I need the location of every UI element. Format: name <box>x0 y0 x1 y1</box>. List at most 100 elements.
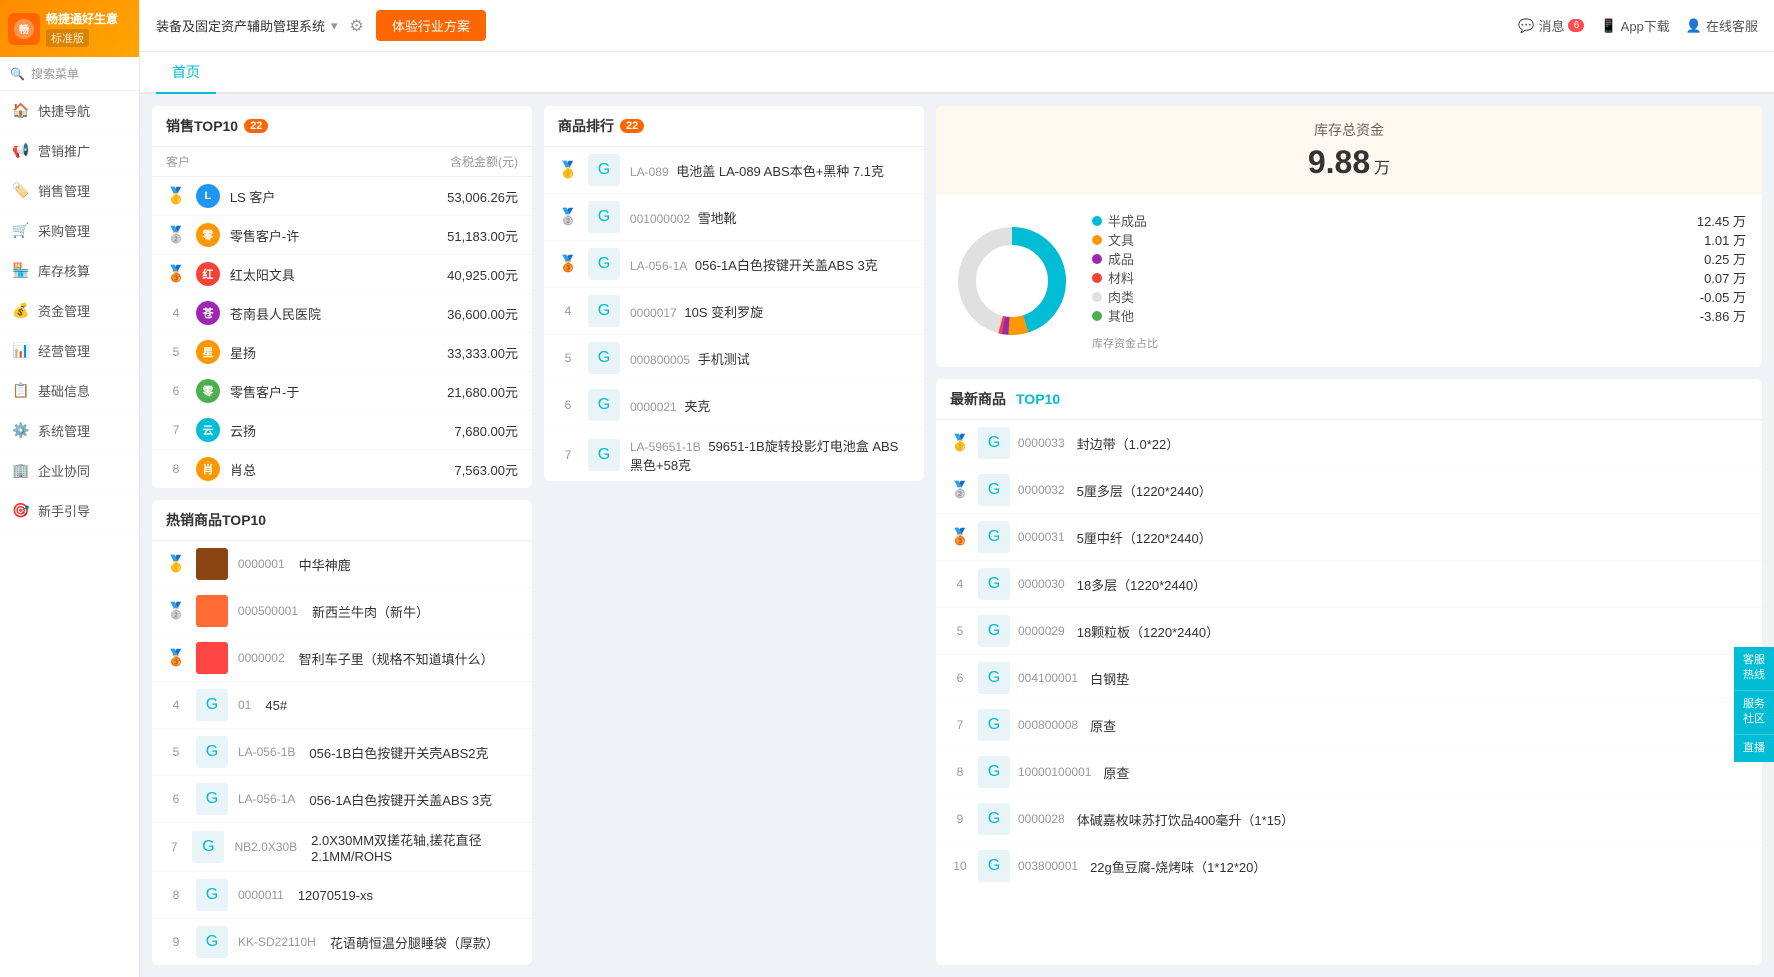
messages-btn[interactable]: 💬 消息 6 <box>1518 16 1584 35</box>
table-row[interactable]: 🥈 零 零售客户-许 51,183.00元 <box>152 216 532 255</box>
customer-amount: 51,183.00元 <box>447 226 518 245</box>
avatar: 肖 <box>196 457 220 481</box>
base-info-label: 基础信息 <box>38 381 90 400</box>
enterprise-icon: 🏢 <box>12 462 30 480</box>
customer-amount: 53,006.26元 <box>447 187 518 206</box>
list-item[interactable]: 🥇 0000001 中华神鹿 <box>152 541 532 588</box>
product-name: 原查 <box>1103 763 1129 782</box>
list-item[interactable]: 9 G KK-SD22110H 花语萌恒温分腿睡袋（厚款） <box>152 919 532 965</box>
product-image: G <box>588 342 620 374</box>
table-row[interactable]: 5 星 星扬 33,333.00元 <box>152 333 532 372</box>
list-item[interactable]: 8 G 0000011 12070519-xs <box>152 872 532 919</box>
table-row[interactable]: 7 云 云扬 7,680.00元 <box>152 411 532 450</box>
table-row[interactable]: 🥉 红 红太阳文具 40,925.00元 <box>152 255 532 294</box>
customer-name: 红太阳文具 <box>230 265 437 284</box>
sidebar-item-quick-nav[interactable]: 🏠 快捷导航 <box>0 91 139 131</box>
list-item[interactable]: 6 G 0000021 夹克 <box>544 382 924 429</box>
rank-number: 7 <box>166 840 182 854</box>
list-item[interactable]: 🥇 G 0000033 封边带（1.0*22） <box>936 420 1762 467</box>
rank-number: 5 <box>950 624 970 638</box>
list-item[interactable]: 7 G LA-59651-1B 59651-1B旋转投影灯电池盒 ABS黑色+5… <box>544 429 924 481</box>
tab-home[interactable]: 首页 <box>156 52 216 94</box>
list-item[interactable]: 6 G LA-056-1A 056-1A白色按键开关盖ABS 3克 <box>152 776 532 823</box>
list-item[interactable]: 🥈 G 0000032 5厘多层（1220*2440） <box>936 467 1762 514</box>
list-item[interactable]: 6 G 004100001 白钢垫 <box>936 655 1762 702</box>
settings-icon[interactable]: ⚙ <box>350 16 364 36</box>
sidebar-item-purchase[interactable]: 🛒 采购管理 <box>0 211 139 251</box>
table-row[interactable]: 6 零 零售客户-于 21,680.00元 <box>152 372 532 411</box>
inventory-card: 库存总资金 9.88 万 <box>936 106 1762 367</box>
product-code: 003800001 <box>1018 859 1078 873</box>
product-code: 0000017 <box>630 306 677 320</box>
system-selector[interactable]: 装备及固定资产辅助管理系统 ▾ <box>156 16 338 35</box>
list-item[interactable]: 🥈 000500001 新西兰牛肉（新牛） <box>152 588 532 635</box>
customers-col-header: 客户 含税金额(元) <box>152 147 532 177</box>
list-item[interactable]: 4 G 01 45# <box>152 682 532 729</box>
inventory-total: 库存总资金 9.88 万 <box>936 106 1762 195</box>
product-name: 2.0X30MM双搓花轴,搓花直径2.1MM/ROHS <box>311 830 518 864</box>
rank-number: 6 <box>166 792 186 806</box>
product-info: 0000021 夹克 <box>630 396 910 415</box>
rank-number: 5 <box>558 351 578 365</box>
product-image: G <box>978 850 1010 882</box>
list-item[interactable]: 5 G 0000029 18颗粒板（1220*2440） <box>936 608 1762 655</box>
rank-number: 7 <box>558 448 578 462</box>
app-icon: 📱 <box>1600 18 1616 34</box>
product-code: 001000002 <box>630 212 690 226</box>
float-community-btn[interactable]: 服务社区 <box>1734 691 1774 735</box>
product-rank-title: 商品排行 <box>558 116 614 136</box>
product-code: 01 <box>238 698 251 712</box>
list-item[interactable]: 10 G 003800001 22g鱼豆腐-烧烤味（1*12*20） <box>936 843 1762 889</box>
marketing-label: 营销推广 <box>38 141 90 160</box>
float-service-btn[interactable]: 客服热线 <box>1734 647 1774 691</box>
product-name: 18多层（1220*2440） <box>1077 575 1206 594</box>
messages-badge: 6 <box>1568 19 1584 32</box>
list-item[interactable]: 8 G 10000100001 原查 <box>936 749 1762 796</box>
list-item[interactable]: 9 G 0000028 体碱嘉枚味苏打饮品400毫升（1*15） <box>936 796 1762 843</box>
list-item[interactable]: 7 G 000800008 原查 <box>936 702 1762 749</box>
product-code: LA-056-1B <box>238 745 295 759</box>
product-name: 056-1A白色按键开关盖ABS 3克 <box>695 258 878 273</box>
list-item[interactable]: 5 G 000800005 手机测试 <box>544 335 924 382</box>
header-right: 💬 消息 6 📱 App下载 👤 在线客服 <box>1518 16 1758 35</box>
sidebar-item-enterprise[interactable]: 🏢 企业协同 <box>0 451 139 491</box>
search-menu[interactable]: 🔍 搜索菜单 <box>0 57 139 91</box>
list-item[interactable]: 4 G 0000030 18多层（1220*2440） <box>936 561 1762 608</box>
sidebar-item-base-info[interactable]: 📋 基础信息 <box>0 371 139 411</box>
sidebar-item-finance[interactable]: 💰 资金管理 <box>0 291 139 331</box>
list-item[interactable]: 🥉 G LA-056-1A 056-1A白色按键开关盖ABS 3克 <box>544 241 924 288</box>
search-icon: 🔍 <box>10 67 25 81</box>
product-name: 白钢垫 <box>1090 669 1129 688</box>
sidebar-item-system[interactable]: ⚙️ 系统管理 <box>0 411 139 451</box>
customer-name: 肖总 <box>230 460 444 479</box>
operations-label: 经营管理 <box>38 341 90 360</box>
sidebar-item-marketing[interactable]: 📢 营销推广 <box>0 131 139 171</box>
sidebar-item-operations[interactable]: 📊 经营管理 <box>0 331 139 371</box>
sidebar-item-sales[interactable]: 🏷️ 销售管理 <box>0 171 139 211</box>
table-row[interactable]: 🥇 L LS 客户 53,006.26元 <box>152 177 532 216</box>
app-download-btn[interactable]: 📱 App下载 <box>1600 16 1669 35</box>
product-code: 000500001 <box>238 604 298 618</box>
list-item[interactable]: 7 G NB2.0X30B 2.0X30MM双搓花轴,搓花直径2.1MM/ROH… <box>152 823 532 872</box>
table-row[interactable]: 8 肖 肖总 7,563.00元 <box>152 450 532 488</box>
sidebar-item-guide[interactable]: 🎯 新手引导 <box>0 491 139 531</box>
list-item[interactable]: 🥉 G 0000031 5厘中纤（1220*2440） <box>936 514 1762 561</box>
avatar: 零 <box>196 223 220 247</box>
list-item[interactable]: 🥇 G LA-089 电池盖 LA-089 ABS本色+黑种 7.1克 <box>544 147 924 194</box>
customer-name: LS 客户 <box>230 187 437 206</box>
quick-nav-label: 快捷导航 <box>38 101 90 120</box>
sidebar-item-inventory[interactable]: 🏪 库存核算 <box>0 251 139 291</box>
avatar: L <box>196 184 220 208</box>
online-service-btn[interactable]: 👤 在线客服 <box>1686 16 1758 35</box>
list-item[interactable]: 🥈 G 001000002 雪地靴 <box>544 194 924 241</box>
trial-button[interactable]: 体验行业方案 <box>376 10 486 41</box>
avatar: 星 <box>196 340 220 364</box>
list-item[interactable]: 🥉 0000002 智利车子里（规格不知道填什么） <box>152 635 532 682</box>
product-code: 000800005 <box>630 353 690 367</box>
list-item[interactable]: 4 G 0000017 10S 变利罗旋 <box>544 288 924 335</box>
product-code: 0000033 <box>1018 436 1065 450</box>
product-code: 0000032 <box>1018 483 1065 497</box>
float-live-btn[interactable]: 直播 <box>1734 735 1774 762</box>
table-row[interactable]: 4 苍 苍南县人民医院 36,600.00元 <box>152 294 532 333</box>
list-item[interactable]: 5 G LA-056-1B 056-1B白色按键开关壳ABS2克 <box>152 729 532 776</box>
